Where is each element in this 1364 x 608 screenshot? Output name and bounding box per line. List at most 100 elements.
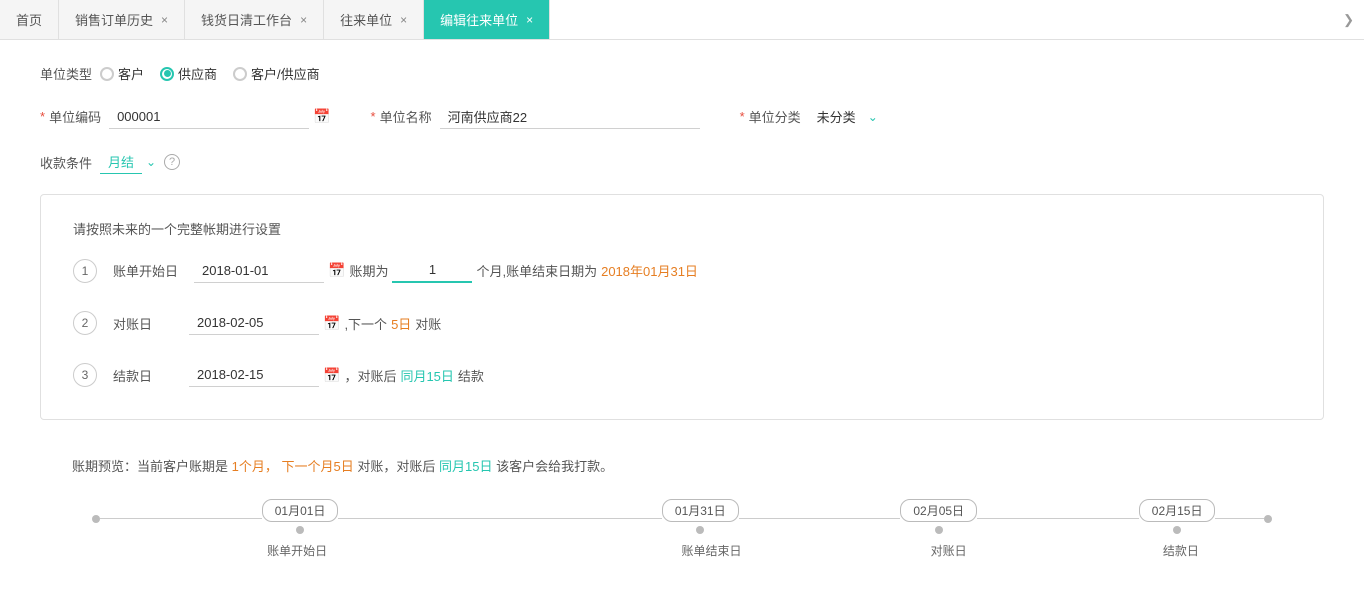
tab-edit-label: 编辑往来单位 [440,10,518,29]
row-label-3: 结款日 [113,366,173,385]
tl-sublabel-3: 对账日 [914,542,984,559]
timeline-start-dot [92,515,100,523]
tab-partner-close[interactable]: × [400,13,407,27]
tl-node1-label: 01月01日 [262,499,339,522]
preview-section: 账期预览：当前客户账期是 1个月， 下一个月5日 对账，对账后 同月15日 该客… [40,440,1324,575]
tab-sales-label: 销售订单历史 [75,10,153,29]
timeline-node-3: 02月05日 [900,499,977,538]
tl-node2-label: 01月31日 [662,499,739,522]
tl-node1-dot [296,526,304,534]
unit-name-label: 单位名称 [380,107,432,126]
name-required: * [371,109,376,124]
setting-row-3: 3 结款日 📅 ，对账后 同月15日 结款 [73,363,1291,387]
tl-sublabel-4: 结款日 [1151,542,1211,559]
preview-end: 该客户会给我打款。 [496,459,613,474]
preview-part3: 同月15日 [439,459,492,474]
code-required: * [40,109,45,124]
payment-date-input[interactable] [189,363,319,387]
radio-customer-label: 客户 [118,64,144,83]
tab-cash-close[interactable]: × [300,13,307,27]
settings-box: 请按照未来的一个完整帐期进行设置 1 账单开始日 📅 账期为 个月,账单结束日期… [40,194,1324,420]
payment-dropdown-icon[interactable]: ⌄ [146,155,156,169]
code-name-row: * 单位编码 📅 * 单位名称 * 单位分类 未分类 ⌄ [40,103,1324,130]
unit-type-radio-group: 客户 供应商 客户/供应商 [100,64,320,83]
tab-sales-close[interactable]: × [161,13,168,27]
row3-suffix: 结款 [458,366,484,385]
row2-suffix: 对账 [415,314,441,333]
setting-row-1: 1 账单开始日 📅 账期为 个月,账单结束日期为 2018年01月31日 [73,258,1291,283]
setting-row-2: 2 对账日 📅 ,下一个 5日 对账 [73,311,1291,335]
tl-node4-label: 02月15日 [1139,499,1216,522]
tab-edit-partner[interactable]: 编辑往来单位 × [424,0,550,39]
row1-middle: 账期为 [349,261,388,280]
payment-condition-label: 收款条件 [40,153,92,172]
start-date-input[interactable] [194,259,324,283]
help-icon[interactable]: ? [164,154,180,170]
unit-category-value: 未分类 [809,103,864,130]
tl-node3-label: 02月05日 [900,499,977,522]
category-dropdown-icon[interactable]: ⌄ [868,110,878,124]
unit-type-label: 单位类型 [40,64,92,83]
tl-line-5 [1215,518,1264,519]
row1-highlight: 2018年01月31日 [601,261,698,280]
tab-sales-history[interactable]: 销售订单历史 × [59,0,185,39]
timeline: 01月01日 01月31日 02月05日 02 [72,499,1292,559]
row2-prefix: ,下一个 [344,314,387,333]
row3-prefix: ，对账后 [344,366,396,385]
tab-bar: 首页 销售订单历史 × 钱货日清工作台 × 往来单位 × 编辑往来单位 × ❯ [0,0,1364,40]
unit-code-group: * 单位编码 📅 [40,105,331,129]
radio-cs-circle [233,67,247,81]
tab-cash-label: 钱货日清工作台 [201,10,292,29]
tl-line-4 [977,518,1139,519]
reconcile-calendar-icon[interactable]: 📅 [323,315,340,332]
timeline-node-4: 02月15日 [1139,499,1216,538]
row-label-1: 账单开始日 [113,261,178,280]
radio-customer-supplier[interactable]: 客户/供应商 [233,64,320,83]
payment-condition-row: 收款条件 月结 ⌄ ? [40,150,1324,174]
row3-highlight: 同月15日 [400,366,453,385]
row-num-1: 1 [73,259,97,283]
preview-label: 账期预览：当前客户账期是 [72,459,228,474]
cat-required: * [740,109,745,124]
period-input[interactable] [392,258,472,283]
tl-line-3 [739,518,901,519]
tab-partner-units[interactable]: 往来单位 × [324,0,424,39]
unit-name-input[interactable] [440,105,700,129]
tab-home-label: 首页 [16,10,42,29]
row-num-2: 2 [73,311,97,335]
timeline-node-2: 01月31日 [662,499,739,538]
row2-highlight: 5日 [391,314,411,333]
tab-home[interactable]: 首页 [0,0,59,39]
tl-sublabel-1: 账单开始日 [257,542,337,559]
payment-condition-value[interactable]: 月结 [100,150,142,174]
start-date-calendar-icon[interactable]: 📅 [328,262,345,279]
radio-supplier-circle [160,67,174,81]
timeline-node-1: 01月01日 [262,499,339,538]
preview-part1: 1个月， [232,459,278,474]
tab-partner-label: 往来单位 [340,10,392,29]
row-label-2: 对账日 [113,314,173,333]
main-content: 单位类型 客户 供应商 客户/供应商 * 单位编码 📅 * 单位名称 [0,40,1364,608]
radio-customer[interactable]: 客户 [100,64,144,83]
row-num-3: 3 [73,363,97,387]
payment-calendar-icon[interactable]: 📅 [323,367,340,384]
radio-supplier-label: 供应商 [178,64,217,83]
tl-line-2 [338,518,661,519]
tl-line-1 [100,518,262,519]
settings-hint: 请按照未来的一个完整帐期进行设置 [73,219,1291,238]
tab-edit-close[interactable]: × [526,13,533,27]
radio-supplier[interactable]: 供应商 [160,64,217,83]
reconcile-date-input[interactable] [189,311,319,335]
unit-category-label: 单位分类 [749,107,801,126]
preview-part2: 下一个月5日 [282,459,354,474]
radio-customer-circle [100,67,114,81]
tab-cash-workbench[interactable]: 钱货日清工作台 × [185,0,324,39]
row1-suffix: 个月,账单结束日期为 [476,261,597,280]
radio-cs-label: 客户/供应商 [251,64,320,83]
tl-node2-dot [696,526,704,534]
unit-code-input[interactable] [109,105,309,129]
preview-middle: 对账，对账后 [357,459,435,474]
code-calendar-icon[interactable]: 📅 [313,108,330,125]
tl-node3-dot [935,526,943,534]
tab-more-arrow[interactable]: ❯ [1333,0,1364,39]
